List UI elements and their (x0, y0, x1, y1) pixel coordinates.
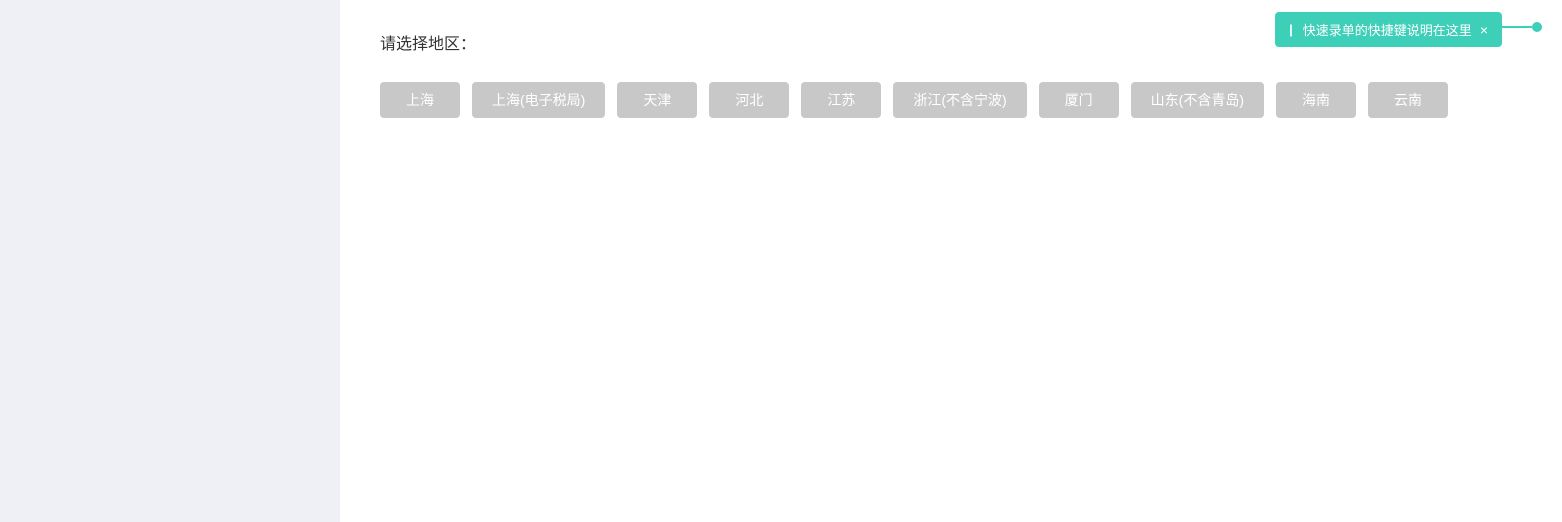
region-btn-yunnan[interactable]: 云南 (1368, 82, 1448, 118)
tooltip-dot (1532, 22, 1542, 32)
tooltip-close-button[interactable]: × (1480, 23, 1488, 37)
region-btn-hebei[interactable]: 河北 (709, 82, 789, 118)
main-content: 请选择地区： 上海上海(电子税局)天津河北江苏浙江(不含宁波)厦门山东(不含青岛… (340, 0, 1562, 522)
region-btn-shanghai[interactable]: 上海 (380, 82, 460, 118)
region-btn-hainan[interactable]: 海南 (1276, 82, 1356, 118)
region-btn-shanghai-etax[interactable]: 上海(电子税局) (472, 82, 605, 118)
region-btn-xiamen[interactable]: 厦门 (1039, 82, 1119, 118)
tooltip-line (1502, 26, 1532, 28)
region-btn-tianjin[interactable]: 天津 (617, 82, 697, 118)
tooltip-banner: 快速录单的快捷键说明在这里 × (1275, 12, 1502, 47)
region-btn-zhejiang[interactable]: 浙江(不含宁波) (893, 82, 1026, 118)
left-sidebar (0, 0, 340, 522)
tooltip-text: 快速录单的快捷键说明在这里 (1303, 20, 1472, 39)
region-btn-shandong[interactable]: 山东(不含青岛) (1131, 82, 1264, 118)
region-buttons: 上海上海(电子税局) 天津河北江苏浙江(不含宁波) 厦门山东(不含青岛) 海南云南 (380, 82, 1522, 118)
region-btn-jiangsu[interactable]: 江苏 (801, 82, 881, 118)
